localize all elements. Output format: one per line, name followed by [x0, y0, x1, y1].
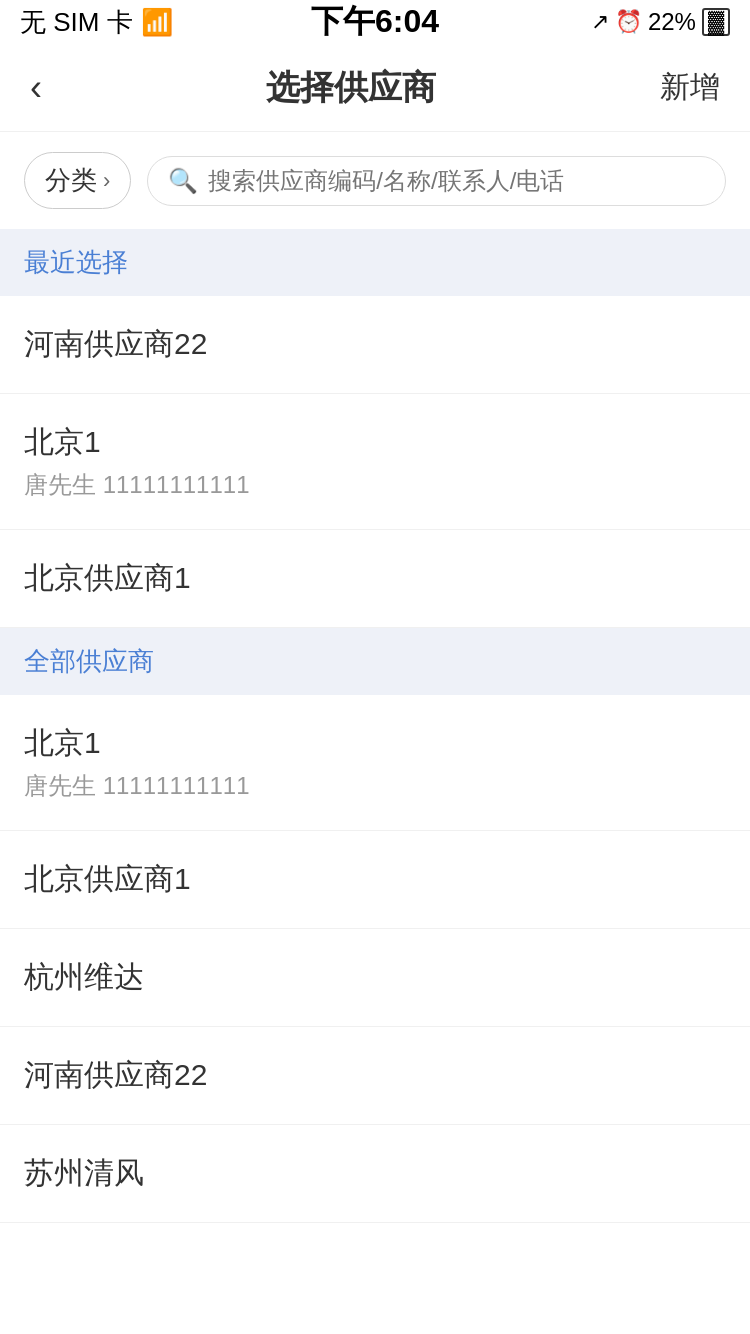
filter-bar: 分类 › 🔍 — [0, 132, 750, 229]
add-button[interactable]: 新增 — [660, 67, 720, 108]
item-detail: 唐先生 11111111111 — [24, 469, 726, 501]
search-icon: 🔍 — [168, 167, 198, 195]
status-indicators: ↗ ⏰ 22% ▓ — [591, 8, 730, 36]
nav-bar: ‹ 选择供应商 新增 — [0, 44, 750, 132]
all-items-list: 北京1 唐先生 11111111111 北京供应商1 杭州维达河南供应商22 苏州清风 — [0, 695, 750, 1223]
status-carrier: 无 SIM 卡 📶 — [20, 5, 173, 40]
alarm-icon: ⏰ — [615, 9, 642, 35]
item-name: 河南供应商22 — [24, 324, 726, 365]
item-name: 北京1 — [24, 723, 726, 764]
battery-icon: ▓ — [702, 8, 730, 36]
item-name: 北京供应商1 — [24, 558, 726, 599]
recent-section-label: 最近选择 — [24, 247, 128, 277]
battery-percent: 22% — [648, 8, 696, 36]
item-name: 北京1 — [24, 422, 726, 463]
search-input[interactable] — [208, 167, 705, 195]
all-section-label: 全部供应商 — [24, 646, 154, 676]
list-item[interactable]: 河南供应商22 — [0, 1027, 750, 1125]
location-icon: ↗ — [591, 9, 609, 35]
list-item[interactable]: 北京供应商1 — [0, 831, 750, 929]
category-button[interactable]: 分类 › — [24, 152, 131, 209]
list-item[interactable]: 河南供应商22 — [0, 296, 750, 394]
all-section-header: 全部供应商 — [0, 628, 750, 695]
list-item[interactable]: 北京1 唐先生 11111111111 — [0, 695, 750, 831]
item-name: 河南供应商22 — [24, 1055, 726, 1096]
back-button[interactable]: ‹ — [30, 67, 42, 109]
recent-items-list: 河南供应商22 北京1 唐先生 11111111111 北京供应商1 — [0, 296, 750, 628]
chevron-right-icon: › — [103, 168, 110, 194]
item-name: 北京供应商1 — [24, 859, 726, 900]
wifi-icon: 📶 — [141, 7, 173, 38]
list-item[interactable]: 北京供应商1 — [0, 530, 750, 628]
list-item[interactable]: 苏州清风 — [0, 1125, 750, 1223]
page-title: 选择供应商 — [266, 65, 436, 111]
list-item[interactable]: 北京1 唐先生 11111111111 — [0, 394, 750, 530]
list-item[interactable]: 杭州维达 — [0, 929, 750, 1027]
status-time: 下午6:04 — [311, 0, 439, 44]
search-box[interactable]: 🔍 — [147, 156, 726, 206]
recent-section-header: 最近选择 — [0, 229, 750, 296]
item-name: 杭州维达 — [24, 957, 726, 998]
item-detail: 唐先生 11111111111 — [24, 770, 726, 802]
item-name: 苏州清风 — [24, 1153, 726, 1194]
status-bar: 无 SIM 卡 📶 下午6:04 ↗ ⏰ 22% ▓ — [0, 0, 750, 44]
